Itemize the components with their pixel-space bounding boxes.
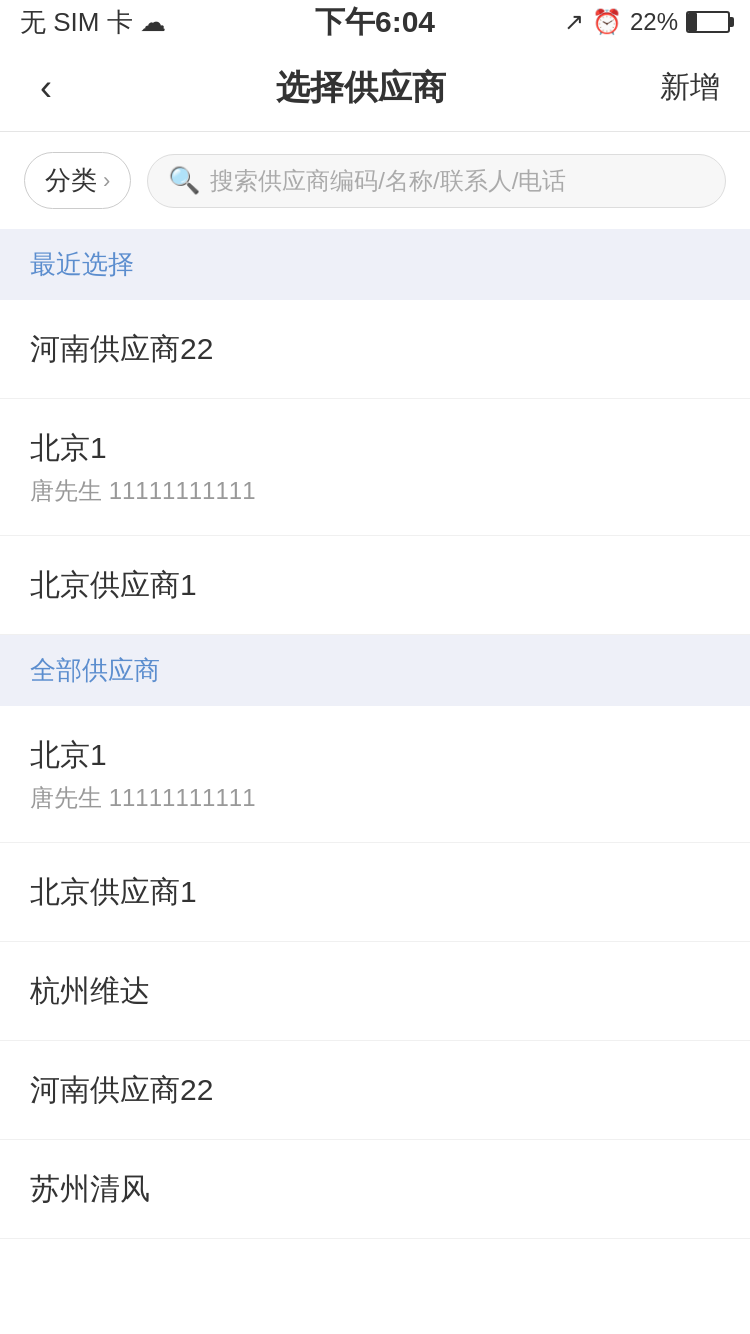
list-item[interactable]: 河南供应商22 — [0, 300, 750, 399]
back-button[interactable]: ‹ — [30, 57, 62, 119]
list-item[interactable]: 北京供应商1 — [0, 843, 750, 942]
item-name: 北京1 — [30, 734, 720, 776]
filter-bar: 分类 › 🔍 搜索供应商编码/名称/联系人/电话 — [0, 132, 750, 229]
search-icon: 🔍 — [168, 165, 200, 196]
status-time: 下午6:04 — [315, 2, 435, 43]
alarm-icon: ⏰ — [592, 8, 622, 36]
status-bar: 无 SIM 卡 ☁ 下午6:04 ↗ ⏰ 22% — [0, 0, 750, 44]
list-item[interactable]: 苏州清风 — [0, 1140, 750, 1239]
status-left: 无 SIM 卡 ☁ — [20, 5, 166, 40]
sim-status: 无 SIM 卡 ☁ — [20, 5, 166, 40]
all-section-header: 全部供应商 — [0, 635, 750, 706]
battery-level: 22% — [630, 8, 678, 36]
add-button[interactable]: 新增 — [660, 67, 720, 108]
item-name: 河南供应商22 — [30, 328, 720, 370]
item-name: 河南供应商22 — [30, 1069, 720, 1111]
item-name: 北京1 — [30, 427, 720, 469]
list-item[interactable]: 北京供应商1 — [0, 536, 750, 635]
location-icon: ↗ — [564, 8, 584, 36]
item-detail: 唐先生 11111111111 — [30, 782, 720, 814]
item-name: 苏州清风 — [30, 1168, 720, 1210]
list-item[interactable]: 杭州维达 — [0, 942, 750, 1041]
item-detail: 唐先生 11111111111 — [30, 475, 720, 507]
category-label: 分类 — [45, 163, 97, 198]
category-filter-button[interactable]: 分类 › — [24, 152, 131, 209]
search-input-box[interactable]: 🔍 搜索供应商编码/名称/联系人/电话 — [147, 154, 726, 208]
recent-list: 河南供应商22 北京1 唐先生 11111111111 北京供应商1 — [0, 300, 750, 635]
all-list: 北京1 唐先生 11111111111 北京供应商1 杭州维达河南供应商22 苏州清风 — [0, 706, 750, 1239]
search-placeholder: 搜索供应商编码/名称/联系人/电话 — [210, 165, 566, 197]
item-name: 北京供应商1 — [30, 871, 720, 913]
chevron-right-icon: › — [103, 168, 110, 194]
nav-bar: ‹ 选择供应商 新增 — [0, 44, 750, 132]
list-item[interactable]: 北京1 唐先生 11111111111 — [0, 706, 750, 843]
status-right: ↗ ⏰ 22% — [564, 8, 730, 36]
list-item[interactable]: 北京1 唐先生 11111111111 — [0, 399, 750, 536]
page-title: 选择供应商 — [276, 65, 446, 111]
battery-icon — [686, 11, 730, 33]
list-item[interactable]: 河南供应商22 — [0, 1041, 750, 1140]
item-name: 杭州维达 — [30, 970, 720, 1012]
item-name: 北京供应商1 — [30, 564, 720, 606]
recent-section-header: 最近选择 — [0, 229, 750, 300]
